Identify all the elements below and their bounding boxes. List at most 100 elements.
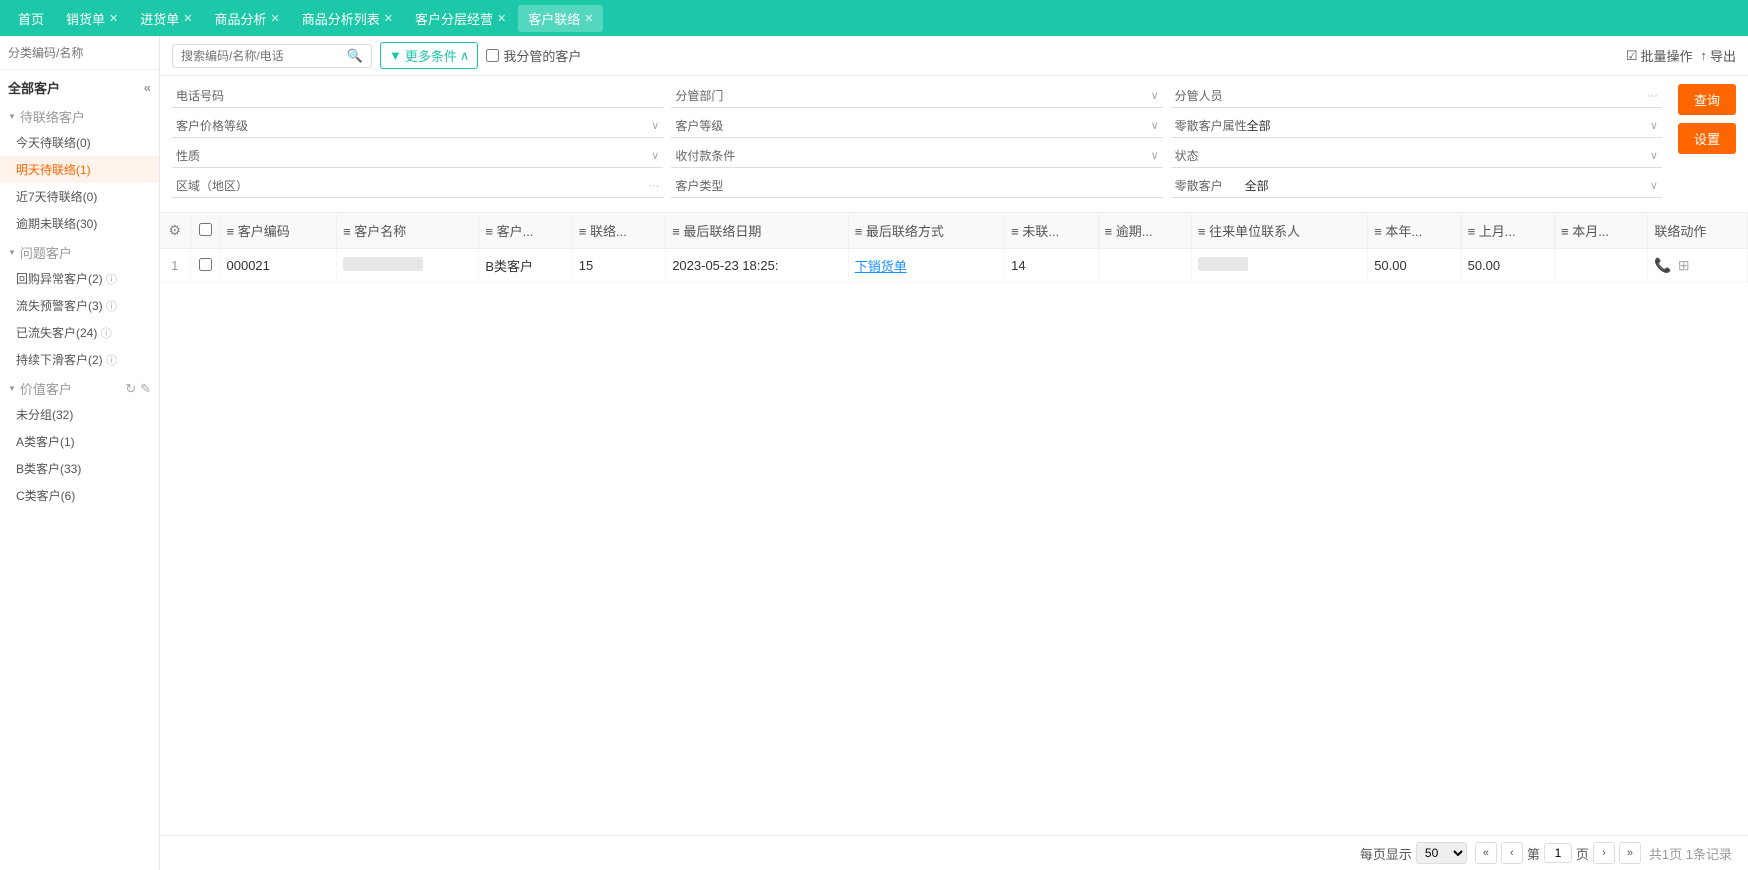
- sidebar: 🔍 全部客户 « ▼ 待联络客户 今天待联络(0) 明天待联络(1) 近7天待联…: [0, 36, 160, 870]
- sidebar-item-week[interactable]: 近7天待联络(0): [0, 183, 159, 210]
- content-area: 🔍 ▼ 更多条件 ∧ 我分管的客户 ☑ 批量操作 ↑ 导出: [160, 36, 1748, 870]
- row-last-contact-method: 下销货单: [848, 249, 1004, 283]
- row-customer-code: 000021: [220, 249, 337, 283]
- main-search-icon[interactable]: 🔍: [347, 48, 363, 64]
- settings-col-header: ⚙: [160, 213, 190, 249]
- filter-row-4: 区域（地区） ··· 客户类型 零散客户 全部 ∨: [172, 174, 1662, 198]
- sidebar-item-abnormal[interactable]: 回购异常客户(2) ⓘ: [0, 265, 159, 292]
- sidebar-item-lost[interactable]: 已流失客户(24) ⓘ: [0, 319, 159, 346]
- filter-retail-attr[interactable]: 零散客户属性 全部 ∨: [1171, 114, 1662, 138]
- table-settings-icon[interactable]: ⚙: [168, 222, 181, 238]
- customer-level-dropdown-icon[interactable]: ∨: [1151, 119, 1159, 132]
- refresh-icon[interactable]: ↻: [125, 381, 136, 397]
- main-search-input[interactable]: [181, 49, 343, 63]
- nav-goods-analysis[interactable]: 商品分析 ✕: [204, 5, 289, 32]
- sidebar-item-overdue[interactable]: 逾期未联络(30): [0, 210, 159, 237]
- nav-goods-list-close[interactable]: ✕: [384, 12, 393, 25]
- sidebar-item-tomorrow[interactable]: 明天待联络(1): [0, 156, 159, 183]
- sidebar-all-customers[interactable]: 全部客户 «: [0, 70, 159, 101]
- sidebar-item-class-a[interactable]: A类客户(1): [0, 428, 159, 455]
- export-button[interactable]: ↑ 导出: [1700, 46, 1736, 65]
- nav-purchase-close[interactable]: ✕: [183, 12, 192, 25]
- filter-customer-type[interactable]: 客户类型: [671, 174, 1162, 198]
- page-number-input[interactable]: [1544, 843, 1572, 863]
- dept-dropdown-icon[interactable]: ∨: [1151, 89, 1159, 102]
- filter-nature[interactable]: 性质 ∨: [172, 144, 663, 168]
- retail-customer-dropdown-icon[interactable]: ∨: [1650, 179, 1658, 192]
- nav-customer-tier-close[interactable]: ✕: [497, 12, 506, 25]
- sidebar-group-value: ▼ 价值客户 ↻ ✎: [0, 373, 159, 401]
- col-overdue: ≡ 逾期...: [1098, 213, 1191, 249]
- reset-button[interactable]: 设置: [1678, 123, 1736, 154]
- row-select-checkbox[interactable]: [199, 258, 212, 271]
- nature-dropdown-icon[interactable]: ∨: [651, 149, 659, 162]
- row-overdue: [1098, 249, 1191, 283]
- nav-customer-contact[interactable]: 客户联络 ✕: [518, 5, 603, 32]
- col-this-month: ≡ 本月...: [1555, 213, 1648, 249]
- sidebar-item-ungrouped[interactable]: 未分组(32): [0, 401, 159, 428]
- group-expand-icon: ▼: [8, 112, 16, 121]
- main-search-box: 🔍: [172, 44, 372, 68]
- row-num: 1: [160, 249, 190, 283]
- export-icon: ↑: [1700, 48, 1707, 63]
- prev-page-button[interactable]: ‹: [1501, 842, 1523, 864]
- sidebar-search-input[interactable]: [8, 46, 160, 60]
- filter-retail-customer[interactable]: 零散客户 全部 ∨: [1171, 174, 1662, 198]
- person-more-icon[interactable]: ···: [1647, 90, 1658, 102]
- filter-status[interactable]: 状态 ∨: [1171, 144, 1662, 168]
- row-last-contact-date: 2023-05-23 18:25:: [666, 249, 849, 283]
- pagination: « ‹ 第 页 › »: [1475, 842, 1641, 864]
- filter-person[interactable]: 分管人员 ···: [1171, 84, 1662, 108]
- last-page-button[interactable]: »: [1619, 842, 1641, 864]
- grid-action-icon[interactable]: ⊞: [1678, 257, 1690, 274]
- filter-region[interactable]: 区域（地区） ···: [172, 174, 663, 198]
- col-contact-count: ≡ 联络...: [572, 213, 665, 249]
- next-page-button[interactable]: ›: [1593, 842, 1615, 864]
- nav-home[interactable]: 首页: [8, 5, 54, 32]
- sidebar-item-class-b[interactable]: B类客户(33): [0, 455, 159, 482]
- toolbar: 🔍 ▼ 更多条件 ∧ 我分管的客户 ☑ 批量操作 ↑ 导出: [160, 36, 1748, 76]
- contact-method-link[interactable]: 下销货单: [855, 259, 907, 274]
- group-value-expand-icon: ▼: [8, 384, 16, 393]
- nav-customer-contact-close[interactable]: ✕: [584, 12, 593, 25]
- action-icons-container: 📞 ⊞: [1654, 257, 1741, 274]
- sidebar-item-declining[interactable]: 持续下滑客户(2) ⓘ: [0, 346, 159, 373]
- filter-dept[interactable]: 分管部门 ∨: [671, 84, 1162, 108]
- retail-attr-dropdown-icon[interactable]: ∨: [1650, 119, 1658, 132]
- col-customer-code: ≡ 客户编码: [220, 213, 337, 249]
- edit-icon[interactable]: ✎: [140, 381, 151, 397]
- filter-payment[interactable]: 收付款条件 ∨: [671, 144, 1162, 168]
- select-all-checkbox[interactable]: [199, 223, 212, 236]
- sidebar-item-today[interactable]: 今天待联络(0): [0, 129, 159, 156]
- checkbox-col-header: [190, 213, 220, 249]
- nav-goods-list[interactable]: 商品分析列表 ✕: [292, 5, 403, 32]
- price-level-dropdown-icon[interactable]: ∨: [651, 119, 659, 132]
- filter-price-level[interactable]: 客户价格等级 ∨: [172, 114, 663, 138]
- col-customer-name: ≡ 客户名称: [337, 213, 479, 249]
- status-dropdown-icon[interactable]: ∨: [1650, 149, 1658, 162]
- page-size-select[interactable]: 50 100 200: [1416, 842, 1467, 864]
- my-customers-check[interactable]: [486, 49, 499, 62]
- sidebar-item-class-c[interactable]: C类客户(6): [0, 482, 159, 509]
- row-customer-type: B类客户: [479, 249, 572, 283]
- nav-purchase[interactable]: 进货单 ✕: [130, 5, 202, 32]
- query-button[interactable]: 查询: [1678, 84, 1736, 115]
- more-filter-button[interactable]: ▼ 更多条件 ∧: [380, 42, 478, 69]
- group-problems-expand-icon: ▼: [8, 248, 16, 257]
- sidebar-collapse-icon[interactable]: «: [144, 80, 151, 95]
- filter-row-3: 性质 ∨ 收付款条件 ∨ 状态 ∨: [172, 144, 1662, 168]
- customer-table: ⚙ ≡ 客户编码 ≡ 客户名称 ≡ 客户...: [160, 213, 1748, 283]
- region-more-icon[interactable]: ···: [648, 180, 659, 192]
- phone-action-icon[interactable]: 📞: [1654, 257, 1671, 274]
- nav-goods-analysis-close[interactable]: ✕: [271, 12, 280, 25]
- sidebar-item-lost-warning[interactable]: 流失预警客户(3) ⓘ: [0, 292, 159, 319]
- table-footer: 每页显示 50 100 200 « ‹ 第 页 › » 共1页 1条记录: [160, 835, 1748, 870]
- filter-customer-level[interactable]: 客户等级 ∨: [671, 114, 1162, 138]
- nav-sales-close[interactable]: ✕: [109, 12, 118, 25]
- first-page-button[interactable]: «: [1475, 842, 1497, 864]
- my-customers-checkbox[interactable]: 我分管的客户: [486, 46, 581, 65]
- nav-sales[interactable]: 销货单 ✕: [56, 5, 128, 32]
- batch-button[interactable]: ☑ 批量操作: [1626, 46, 1693, 65]
- payment-dropdown-icon[interactable]: ∨: [1151, 149, 1159, 162]
- nav-customer-tier[interactable]: 客户分层经营 ✕: [405, 5, 516, 32]
